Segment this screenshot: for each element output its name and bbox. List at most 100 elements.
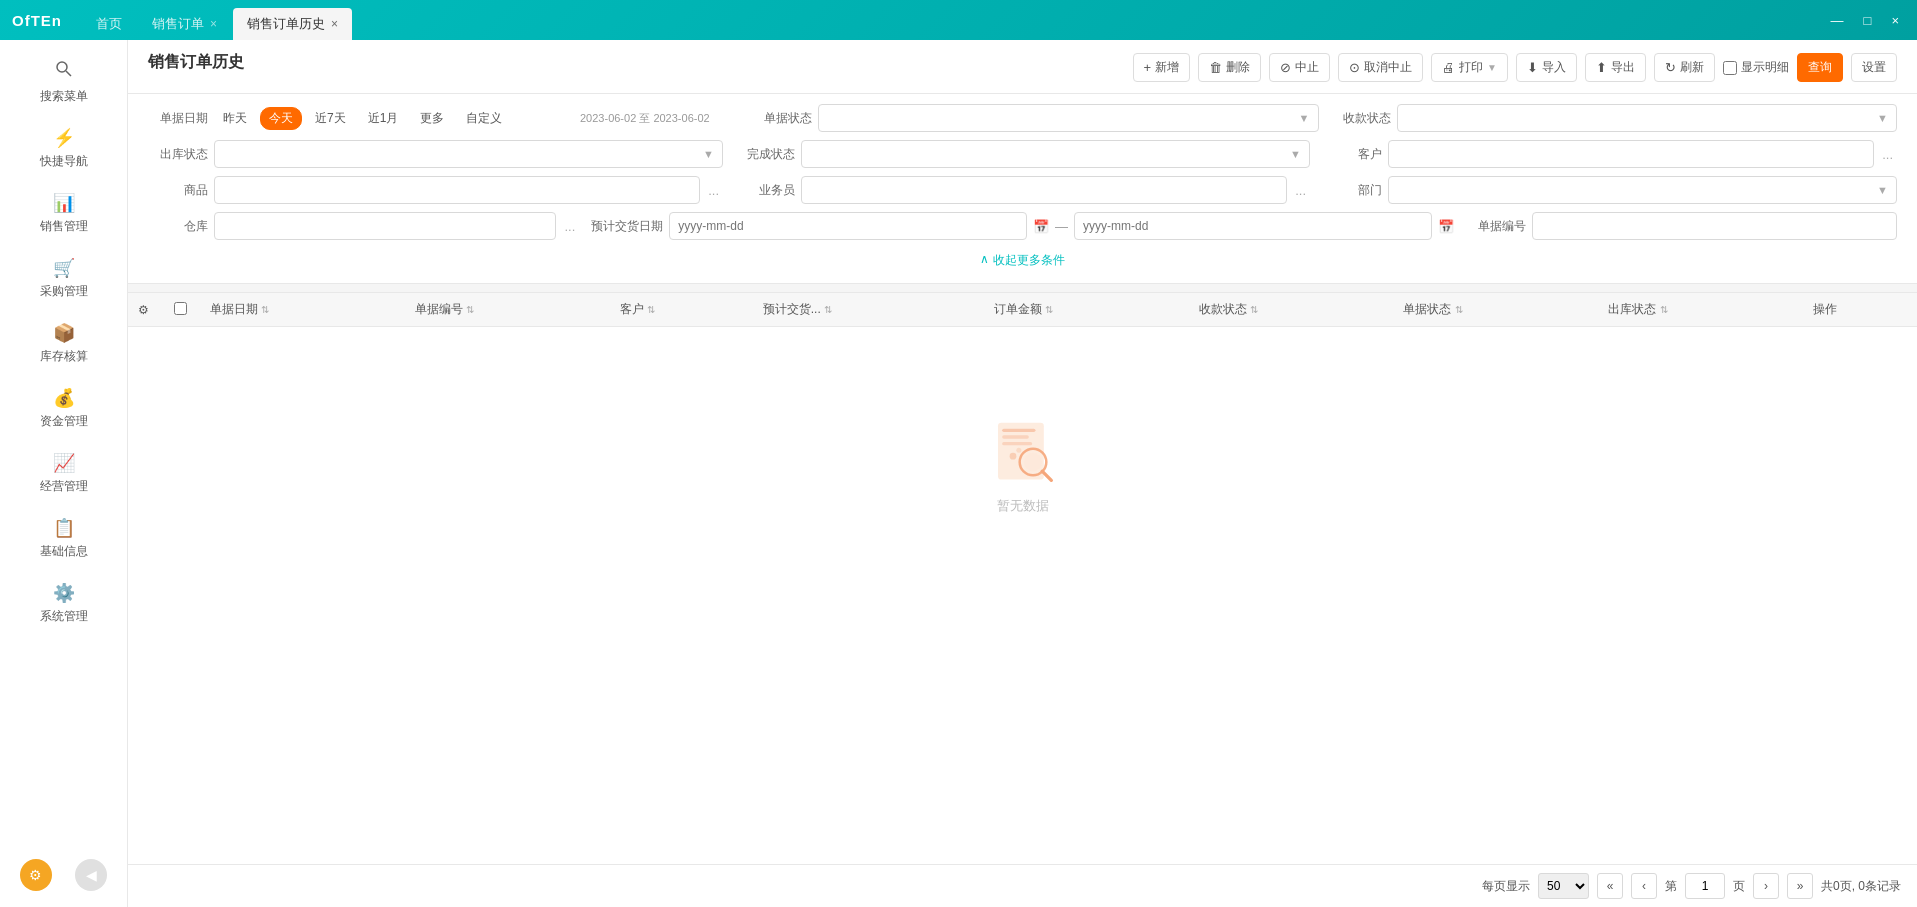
voucher-status-chevron: ▼ — [1299, 112, 1310, 124]
tab-home[interactable]: 首页 — [82, 8, 136, 40]
col-checkbox[interactable] — [164, 293, 200, 327]
sidebar-item-sales-mgmt[interactable]: 📊 销售管理 — [6, 182, 121, 245]
filter-area: 单据日期 昨天 今天 近7天 近1月 更多 自定义 2023-06-02 至 2… — [128, 94, 1917, 284]
filter-row-2: 出库状态 ▼ 完成状态 ▼ 客户 — [148, 140, 1897, 168]
empty-state-cell: 暂无数据 — [128, 327, 1917, 596]
query-button[interactable]: 查询 — [1797, 53, 1843, 82]
cancel-stop-icon: ⊙ — [1349, 60, 1360, 75]
cancel-stop-button[interactable]: ⊙ 取消中止 — [1338, 53, 1423, 82]
department-select[interactable]: ▼ — [1388, 176, 1897, 204]
sidebar-item-purchase-mgmt[interactable]: 🛒 采购管理 — [6, 247, 121, 310]
show-detail-label[interactable]: 显示明细 — [1723, 59, 1789, 76]
salesperson-ellipsis[interactable]: ... — [1291, 183, 1310, 198]
settings-button[interactable]: 设置 — [1851, 53, 1897, 82]
maximize-button[interactable]: □ — [1858, 13, 1878, 28]
minimize-button[interactable]: — — [1825, 13, 1850, 28]
product-input[interactable] — [214, 176, 700, 204]
complete-status-label: 完成状态 — [735, 146, 795, 163]
col-out-status[interactable]: 出库状态 ⇅ — [1598, 293, 1803, 327]
tab-sales-order-close[interactable]: × — [210, 17, 217, 31]
col-date-sort-icon: ⇅ — [261, 304, 269, 315]
filter-out-status: 出库状态 ▼ — [148, 140, 723, 168]
delete-button[interactable]: 🗑 删除 — [1198, 53, 1261, 82]
page-size-select[interactable]: 50 10 20 100 — [1538, 873, 1589, 899]
print-button[interactable]: 🖨 打印 ▼ — [1431, 53, 1508, 82]
col-customer[interactable]: 客户 ⇅ — [610, 293, 753, 327]
query-label: 查询 — [1808, 59, 1832, 76]
sidebar-item-base-info[interactable]: 📋 基础信息 — [6, 507, 121, 570]
import-button[interactable]: ⬇ 导入 — [1516, 53, 1577, 82]
warehouse-ellipsis[interactable]: ... — [560, 219, 579, 234]
sidebar-item-search-menu[interactable]: 搜索菜单 — [6, 49, 121, 115]
sales-mgmt-icon: 📊 — [53, 192, 75, 214]
col-receipt-status[interactable]: 收款状态 ⇅ — [1189, 293, 1394, 327]
page-last-button[interactable]: » — [1787, 873, 1813, 899]
date-btn-today[interactable]: 今天 — [260, 107, 302, 130]
col-voucher-no-sort-icon: ⇅ — [466, 304, 474, 315]
customer-input[interactable] — [1388, 140, 1874, 168]
date-btn-last1m[interactable]: 近1月 — [359, 107, 408, 130]
col-voucher-status[interactable]: 单据状态 ⇅ — [1393, 293, 1598, 327]
filter-receipt-status: 收款状态 ▼ — [1331, 104, 1898, 132]
page-first-button[interactable]: « — [1597, 873, 1623, 899]
stop-button[interactable]: ⊘ 中止 — [1269, 53, 1330, 82]
svg-point-0 — [57, 62, 67, 72]
expected-date-to-input[interactable] — [1074, 212, 1432, 240]
sidebar-item-inventory[interactable]: 📦 库存核算 — [6, 312, 121, 375]
toolbar: + 新增 🗑 删除 ⊘ 中止 ⊙ 取消中止 — [1133, 53, 1898, 82]
salesperson-input[interactable] — [801, 176, 1287, 204]
date-btn-custom[interactable]: 自定义 — [457, 107, 511, 130]
voucher-status-select[interactable]: ▼ — [818, 104, 1319, 132]
col-voucher-status-sort-icon: ⇅ — [1455, 304, 1463, 315]
add-button[interactable]: + 新增 — [1133, 53, 1191, 82]
cancel-stop-label: 取消中止 — [1364, 59, 1412, 76]
sidebar-item-operations[interactable]: 📈 经营管理 — [6, 442, 121, 505]
filter-row-4: 仓库 ... 预计交货日期 📅 — 📅 — [148, 212, 1897, 240]
sidebar-settings-btn[interactable]: ⚙ — [20, 859, 52, 891]
add-icon: + — [1144, 60, 1152, 75]
refresh-button[interactable]: ↻ 刷新 — [1654, 53, 1715, 82]
content-area: 销售订单历史 + 新增 🗑 删除 ⊘ 中止 ⊙ — [128, 40, 1917, 907]
product-ellipsis[interactable]: ... — [704, 183, 723, 198]
delete-icon: 🗑 — [1209, 60, 1222, 75]
customer-ellipsis[interactable]: ... — [1878, 147, 1897, 162]
sidebar-collapse-btn[interactable]: ◀ — [75, 859, 107, 891]
col-expected-date[interactable]: 预计交货... ⇅ — [753, 293, 984, 327]
calendar-from-icon[interactable]: 📅 — [1033, 219, 1049, 234]
search-menu-icon — [54, 59, 74, 84]
page-number-input[interactable] — [1685, 873, 1725, 899]
select-all-checkbox[interactable] — [174, 302, 187, 315]
page-prev-button[interactable]: ‹ — [1631, 873, 1657, 899]
col-amount[interactable]: 订单金额 ⇅ — [984, 293, 1189, 327]
out-status-select[interactable]: ▼ — [214, 140, 723, 168]
date-btn-yesterday[interactable]: 昨天 — [214, 107, 256, 130]
collapse-row[interactable]: ∧ 收起更多条件 — [148, 248, 1897, 273]
tab-sales-order-history-close[interactable]: × — [331, 17, 338, 31]
expected-date-from-input[interactable] — [669, 212, 1027, 240]
tab-home-label: 首页 — [96, 15, 122, 33]
table-settings-icon[interactable]: ⚙ — [138, 303, 149, 317]
complete-status-select[interactable]: ▼ — [801, 140, 1310, 168]
warehouse-input[interactable] — [214, 212, 556, 240]
sidebar-item-quick-nav[interactable]: ⚡ 快捷导航 — [6, 117, 121, 180]
filter-salesperson: 业务员 ... — [735, 176, 1310, 204]
date-btn-more[interactable]: 更多 — [411, 107, 453, 130]
col-settings[interactable]: ⚙ — [128, 293, 164, 327]
tab-sales-order-history[interactable]: 销售订单历史 × — [233, 8, 352, 40]
sidebar-item-system-mgmt[interactable]: ⚙️ 系统管理 — [6, 572, 121, 635]
close-window-button[interactable]: × — [1885, 13, 1905, 28]
export-button[interactable]: ⬆ 导出 — [1585, 53, 1646, 82]
sidebar-item-sales-mgmt-label: 销售管理 — [40, 218, 88, 235]
receipt-status-select[interactable]: ▼ — [1397, 104, 1898, 132]
svg-rect-5 — [1002, 442, 1032, 445]
sidebar-item-finance[interactable]: 💰 资金管理 — [6, 377, 121, 440]
date-btn-last7[interactable]: 近7天 — [306, 107, 355, 130]
tab-sales-order[interactable]: 销售订单 × — [138, 8, 231, 40]
show-detail-checkbox[interactable] — [1723, 61, 1737, 75]
col-voucher-no[interactable]: 单据编号 ⇅ — [405, 293, 610, 327]
page-next-button[interactable]: › — [1753, 873, 1779, 899]
voucher-no-input[interactable] — [1532, 212, 1897, 240]
calendar-to-icon[interactable]: 📅 — [1438, 219, 1454, 234]
col-date[interactable]: 单据日期 ⇅ — [200, 293, 405, 327]
quick-nav-icon: ⚡ — [53, 127, 75, 149]
